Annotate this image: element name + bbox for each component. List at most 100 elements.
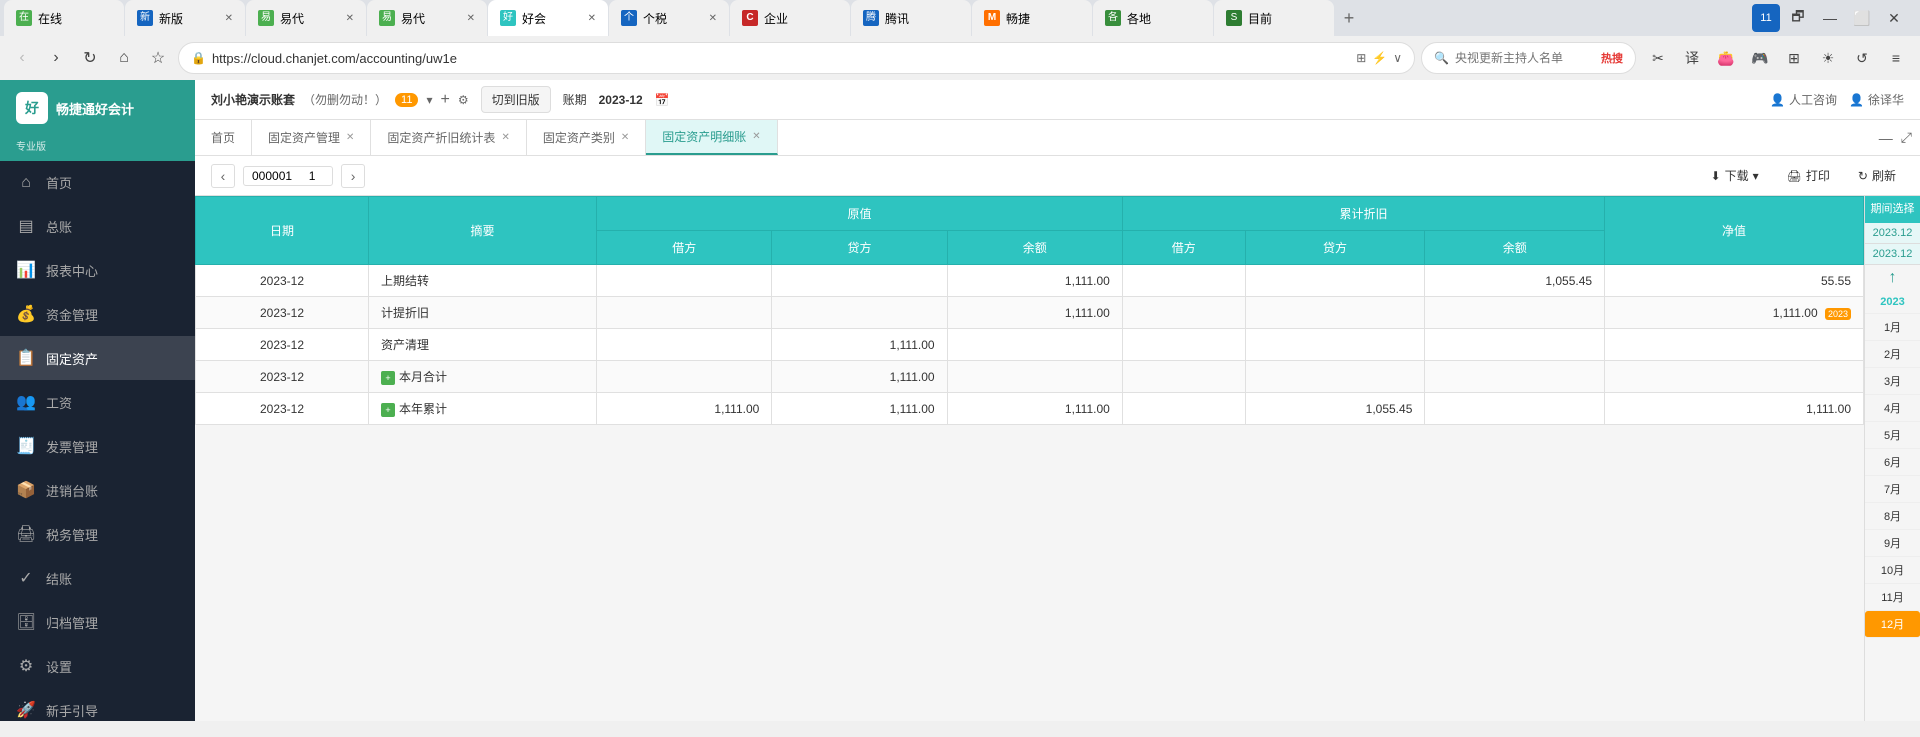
- tab-label: 首页: [211, 129, 235, 146]
- sidebar-item-reports[interactable]: 📊 报表中心: [0, 248, 195, 292]
- support-button[interactable]: 👤 人工咨询: [1770, 91, 1837, 108]
- tab-close-icon[interactable]: ✕: [346, 132, 354, 143]
- tab-depreciation[interactable]: 固定资产折旧统计表 ✕: [371, 120, 526, 155]
- tab-close-icon[interactable]: ✕: [501, 132, 509, 143]
- wallet-icon[interactable]: 👛: [1710, 42, 1742, 74]
- grid-icon[interactable]: ⊞: [1778, 42, 1810, 74]
- table-cell: [597, 265, 772, 297]
- tab-close-icon[interactable]: ✕: [467, 13, 475, 24]
- period-month-9[interactable]: 9月: [1865, 530, 1920, 557]
- tab-label: 固定资产类别: [543, 129, 615, 146]
- gamepad-icon[interactable]: 🎮: [1744, 42, 1776, 74]
- sidebar-item-funds[interactable]: 💰 资金管理: [0, 292, 195, 336]
- switch-version-button[interactable]: 切到旧版: [481, 86, 551, 113]
- download-button[interactable]: ⬇ 下载 ▾: [1703, 163, 1767, 188]
- tab-category[interactable]: 固定资产类别 ✕: [527, 120, 646, 155]
- period-month-7[interactable]: 7月: [1865, 476, 1920, 503]
- history-icon[interactable]: ↺: [1846, 42, 1878, 74]
- period-month-12[interactable]: 12月: [1865, 611, 1920, 638]
- sidebar-item-payroll[interactable]: 👥 工资: [0, 380, 195, 424]
- account-count: 11: [395, 93, 418, 107]
- tab-home[interactable]: 首页: [195, 120, 252, 155]
- add-account-icon[interactable]: +: [440, 91, 449, 109]
- sidebar-item-closing[interactable]: ✓ 结账: [0, 556, 195, 600]
- sidebar-item-settings[interactable]: ⚙ 设置: [0, 644, 195, 688]
- calendar-icon[interactable]: 📅: [655, 93, 670, 107]
- maximize-icon[interactable]: ⬜: [1848, 4, 1876, 32]
- browser-tab-gedi[interactable]: 各 各地: [1093, 0, 1213, 36]
- search-input[interactable]: [1455, 51, 1595, 65]
- minimize-tab-icon[interactable]: —: [1879, 130, 1893, 146]
- tab-close-icon[interactable]: ✕: [588, 13, 596, 24]
- expand-tab-icon[interactable]: ⤢: [1901, 129, 1912, 146]
- download-dropdown-icon[interactable]: ▾: [1753, 169, 1759, 183]
- period-month-6[interactable]: 6月: [1865, 449, 1920, 476]
- browser-tab-tencent[interactable]: 腾 腾讯: [851, 0, 971, 36]
- period-month-3[interactable]: 3月: [1865, 368, 1920, 395]
- tab-close-icon[interactable]: ✕: [621, 132, 629, 143]
- sun-icon[interactable]: ☀: [1812, 42, 1844, 74]
- back-button[interactable]: ‹: [8, 44, 36, 72]
- sidebar-item-tax[interactable]: 🖨 税务管理: [0, 512, 195, 556]
- tab-close-icon[interactable]: ✕: [225, 13, 233, 24]
- close-window-icon[interactable]: ✕: [1880, 4, 1908, 32]
- minimize-icon[interactable]: —: [1816, 4, 1844, 32]
- tab-close-icon[interactable]: ✕: [752, 131, 760, 142]
- browser-tab-geshui[interactable]: 个 个税 ✕: [609, 0, 729, 36]
- table-cell: 1,111.00: [772, 361, 947, 393]
- browser-tab-muqian[interactable]: S 目前: [1214, 0, 1334, 36]
- main-content: 刘小艳演示账套 （勿删勿动！） 11 ▾ + ⚙ 切到旧版 账期 2023-12…: [195, 80, 1920, 721]
- browser-tab-yidai2[interactable]: 易 易代 ✕: [367, 0, 487, 36]
- th-acc-debit: 借方: [1122, 231, 1245, 265]
- home-button[interactable]: ⌂: [110, 44, 138, 72]
- chevron-down-icon[interactable]: ∨: [1393, 51, 1402, 65]
- menu-icon[interactable]: ≡: [1880, 42, 1912, 74]
- next-page-button[interactable]: ›: [341, 164, 365, 188]
- prev-page-button[interactable]: ‹: [211, 164, 235, 188]
- period-month-5[interactable]: 5月: [1865, 422, 1920, 449]
- sidebar-item-fixed-assets[interactable]: 📋 固定资产: [0, 336, 195, 380]
- period-month-11[interactable]: 11月: [1865, 584, 1920, 611]
- restore-window-icon[interactable]: 🗗: [1784, 4, 1812, 32]
- user-button[interactable]: 👤 徐译华: [1849, 91, 1904, 108]
- period-month-4[interactable]: 4月: [1865, 395, 1920, 422]
- forward-button[interactable]: ›: [42, 44, 70, 72]
- period-scroll-up[interactable]: ↑: [1865, 265, 1920, 291]
- hot-search-label: 热搜: [1601, 50, 1623, 66]
- print-button[interactable]: 🖨 打印: [1779, 163, 1838, 188]
- sidebar-item-label: 进销台账: [46, 481, 98, 500]
- address-bar[interactable]: 🔒 https://cloud.chanjet.com/accounting/u…: [178, 42, 1415, 74]
- sidebar-item-label: 税务管理: [46, 525, 98, 544]
- browser-tab-changjie[interactable]: M 畅捷: [972, 0, 1092, 36]
- tab-fixed-mgmt[interactable]: 固定资产管理 ✕: [252, 120, 371, 155]
- settings-account-icon[interactable]: ⚙: [458, 93, 469, 107]
- period-month-8[interactable]: 8月: [1865, 503, 1920, 530]
- sidebar-item-archive[interactable]: 🗄 归档管理: [0, 600, 195, 644]
- sidebar-item-inventory[interactable]: 📦 进销台账: [0, 468, 195, 512]
- refresh-button[interactable]: ↻ 刷新: [1850, 163, 1904, 188]
- period-month-2[interactable]: 2月: [1865, 341, 1920, 368]
- table-cell: [1245, 297, 1425, 329]
- new-tab-button[interactable]: +: [1335, 0, 1363, 36]
- refresh-button[interactable]: ↻: [76, 44, 104, 72]
- sidebar-item-guide[interactable]: 🚀 新手引导: [0, 688, 195, 721]
- browser-tab-new[interactable]: 新 新版 ✕: [125, 0, 245, 36]
- tab-close-icon[interactable]: ✕: [346, 13, 354, 24]
- bookmark-button[interactable]: ☆: [144, 44, 172, 72]
- tab-close-icon[interactable]: ✕: [709, 13, 717, 24]
- translate-icon[interactable]: 译: [1676, 42, 1708, 74]
- browser-tab-qiye[interactable]: C 企业: [730, 0, 850, 36]
- page-index-input[interactable]: [300, 169, 324, 183]
- scissors-icon[interactable]: ✂: [1642, 42, 1674, 74]
- sidebar-item-home[interactable]: ⌂ 首页: [0, 161, 195, 204]
- sidebar-item-invoice[interactable]: 🧾 发票管理: [0, 424, 195, 468]
- sidebar-item-ledger[interactable]: ▤ 总账: [0, 204, 195, 248]
- browser-tab-yidai1[interactable]: 易 易代 ✕: [246, 0, 366, 36]
- period-month-1[interactable]: 1月: [1865, 314, 1920, 341]
- period-month-10[interactable]: 10月: [1865, 557, 1920, 584]
- browser-tab-online[interactable]: 在 在线: [4, 0, 124, 36]
- browser-tab-haohui[interactable]: 好 好会 ✕: [488, 0, 608, 36]
- tab-detail[interactable]: 固定资产明细账 ✕: [646, 120, 777, 155]
- search-box[interactable]: 🔍 热搜: [1421, 42, 1636, 74]
- account-dropdown-icon[interactable]: ▾: [426, 93, 432, 107]
